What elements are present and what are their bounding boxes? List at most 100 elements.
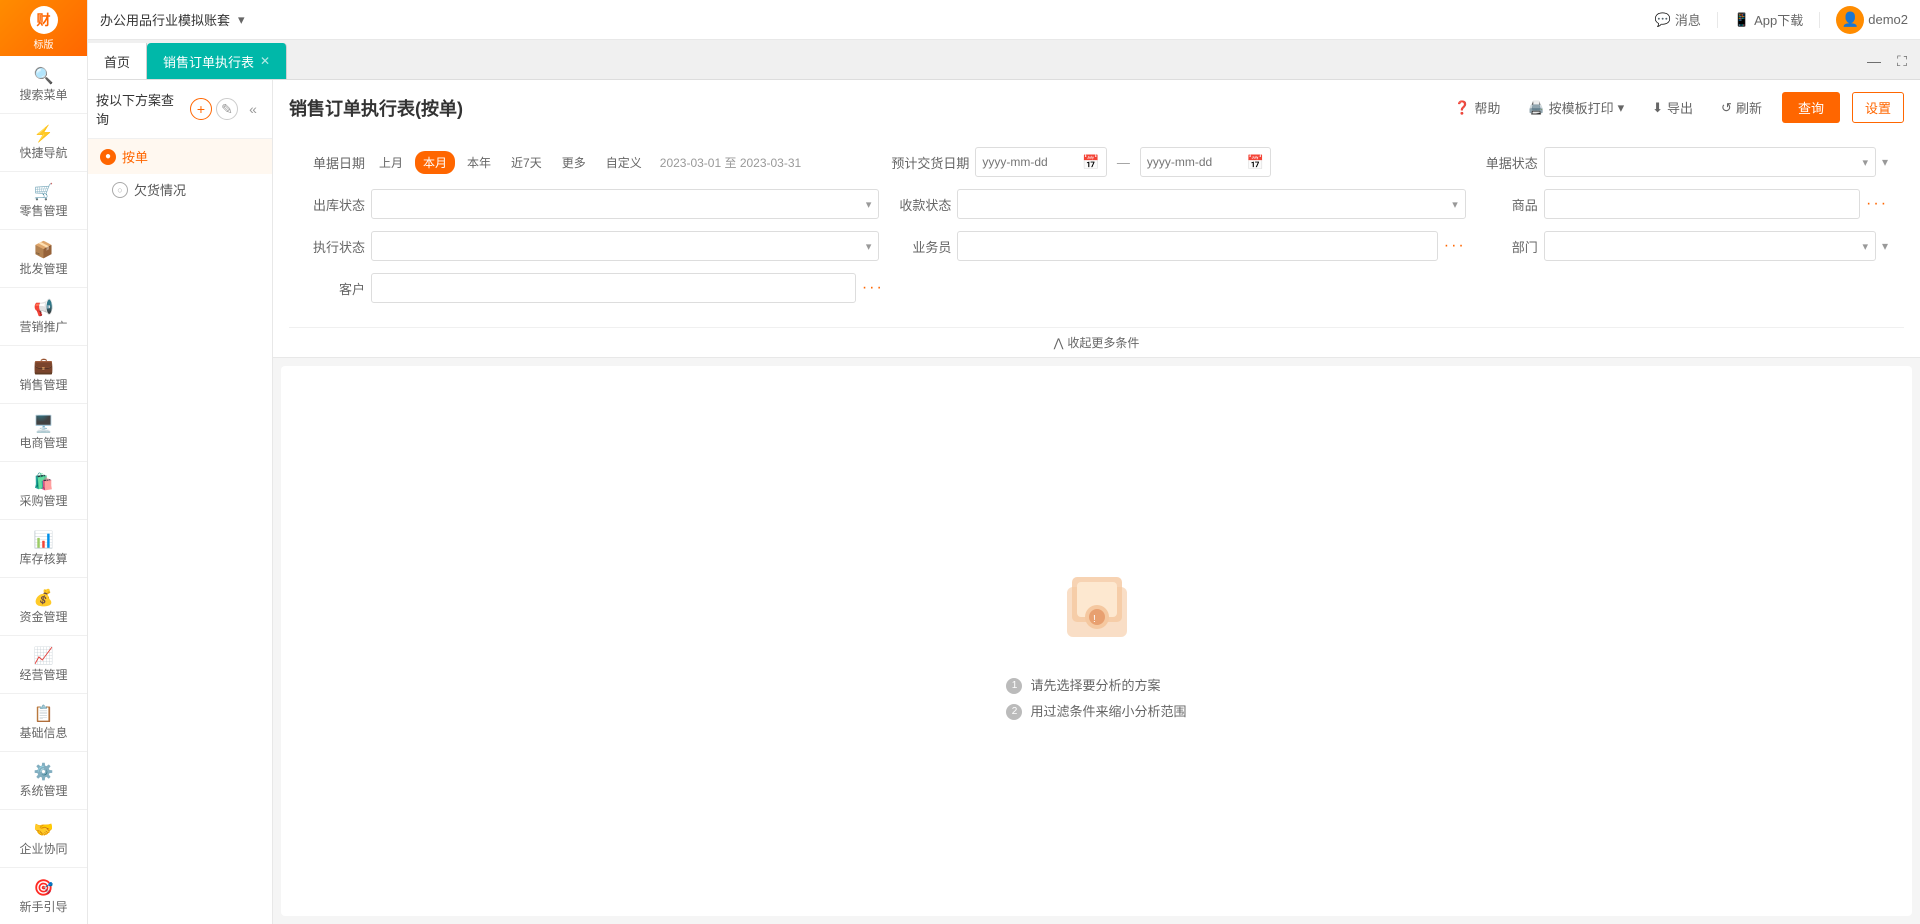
date-this-year-btn[interactable]: 本年 xyxy=(459,151,499,174)
topbar: 办公用品行业模拟账套 ▾ 💬 消息 📱 App下载 👤 demo2 xyxy=(88,0,1920,40)
sidebar-item-wholesale[interactable]: 📦 批发管理 xyxy=(0,230,87,288)
sidebar-item-basic[interactable]: 📋 基础信息 xyxy=(0,694,87,752)
settings-btn[interactable]: 设置 xyxy=(1852,92,1904,123)
refresh-btn[interactable]: ↺ 刷新 xyxy=(1713,94,1770,121)
expected-date-to-input[interactable] xyxy=(1141,151,1241,173)
expected-date-to-wrapper: 📅 xyxy=(1140,147,1271,177)
content-area: 按以下方案查询 + ✎ « ● 按单 ○ 欠货情况 销售订单执行表(按单) xyxy=(88,80,1920,924)
filter-col-expected-date: 预计交货日期 📅 — 📅 xyxy=(891,147,1465,177)
sidebar-item-marketing[interactable]: 📢 营销推广 xyxy=(0,288,87,346)
filter-row-2: 出库状态 收款状态 xyxy=(305,189,1888,219)
app-download-btn[interactable]: 📱 App下载 xyxy=(1734,10,1803,29)
empty-illustration: ! xyxy=(1047,557,1147,657)
tab-minimize-btn[interactable]: — xyxy=(1864,51,1884,71)
edit-plan-btn[interactable]: ✎ xyxy=(216,98,238,120)
tab-close-btn[interactable]: ✕ xyxy=(260,54,270,68)
execution-status-label: 执行状态 xyxy=(305,237,365,256)
expected-date-from-wrapper: 📅 xyxy=(975,147,1106,177)
sidebar-item-retail[interactable]: 🛒 零售管理 xyxy=(0,172,87,230)
filter-col-payment: 收款状态 xyxy=(891,189,1465,219)
expected-date-from-input[interactable] xyxy=(976,151,1076,173)
right-panel: 销售订单执行表(按单) ❓ 帮助 🖨️ 按模板打印 ▾ ⬇ xyxy=(273,80,1920,924)
order-status-select[interactable] xyxy=(1544,147,1876,177)
tip-number-2: 2 xyxy=(1006,704,1022,720)
left-panel-title: 按以下方案查询 xyxy=(96,90,186,128)
date-custom-btn[interactable]: 自定义 xyxy=(598,151,650,174)
app-logo: 财 标版 xyxy=(0,0,88,56)
customer-input[interactable] xyxy=(380,281,847,295)
help-btn[interactable]: ❓ 帮助 xyxy=(1446,94,1508,121)
filter-area: 单据日期 上月 本月 本年 近7天 更多 自定义 2023-03-01 至 20… xyxy=(289,135,1904,327)
sidebar: 财 标版 🔍 搜索菜单 ⚡ 快捷导航 🛒 零售管理 📦 批发管理 📢 营销推广 … xyxy=(0,0,88,924)
query-btn[interactable]: 查询 xyxy=(1782,92,1840,123)
download-icon: 📱 xyxy=(1734,12,1750,28)
date-last-month-btn[interactable]: 上月 xyxy=(371,151,411,174)
tab-home[interactable]: 首页 xyxy=(88,43,147,79)
delivery-status-label: 出库状态 xyxy=(305,195,365,214)
calendar-from-icon[interactable]: 📅 xyxy=(1076,154,1105,171)
message-btn[interactable]: 💬 消息 xyxy=(1655,10,1701,29)
order-status-label: 单据状态 xyxy=(1478,153,1538,172)
print-dropdown-icon: ▾ xyxy=(1618,100,1625,116)
empty-tips: 1 请先选择要分析的方案 2 用过滤条件来缩小分析范围 xyxy=(1006,673,1186,725)
goods-input-wrapper xyxy=(1544,189,1860,219)
date-label: 单据日期 xyxy=(305,153,365,172)
date-7days-btn[interactable]: 近7天 xyxy=(503,151,550,174)
print-icon: 🖨️ xyxy=(1528,100,1544,116)
plan-item-press[interactable]: ● 按单 xyxy=(88,139,272,174)
collapse-filters-btn[interactable]: ⋀ 收起更多条件 xyxy=(289,327,1904,357)
sidebar-item-newbie[interactable]: 🎯 新手引导 xyxy=(0,868,87,924)
department-select[interactable] xyxy=(1544,231,1876,261)
sidebar-item-finance[interactable]: 💰 资金管理 xyxy=(0,578,87,636)
tab-sales-order[interactable]: 销售订单执行表 ✕ xyxy=(147,43,287,79)
filter-row-4: 客户 ··· xyxy=(305,273,1888,303)
sidebar-item-sales[interactable]: 💼 销售管理 xyxy=(0,346,87,404)
tab-maximize-btn[interactable]: ⛶ xyxy=(1892,51,1912,71)
filter-col-salesperson: 业务员 ··· xyxy=(891,231,1465,261)
page-header-top: 销售订单执行表(按单) ❓ 帮助 🖨️ 按模板打印 ▾ ⬇ xyxy=(289,92,1904,123)
salesperson-input[interactable] xyxy=(966,239,1428,253)
collapse-up-icon: ⋀ xyxy=(1054,336,1064,350)
filter-col-goods: 商品 ··· xyxy=(1478,189,1888,219)
salesperson-input-wrapper xyxy=(957,231,1437,261)
filter-row-1: 单据日期 上月 本月 本年 近7天 更多 自定义 2023-03-01 至 20… xyxy=(305,147,1888,177)
tabbar-controls: — ⛶ xyxy=(1856,43,1920,79)
export-btn[interactable]: ⬇ 导出 xyxy=(1644,94,1701,121)
payment-status-label: 收款状态 xyxy=(891,195,951,214)
calendar-to-icon[interactable]: 📅 xyxy=(1241,154,1270,171)
help-icon: ❓ xyxy=(1454,100,1470,116)
sidebar-item-enterprise[interactable]: 🤝 企业协同 xyxy=(0,810,87,868)
execution-status-select[interactable] xyxy=(371,231,879,261)
main-area: 办公用品行业模拟账套 ▾ 💬 消息 📱 App下载 👤 demo2 xyxy=(88,0,1920,924)
sidebar-item-operation[interactable]: 📈 经营管理 xyxy=(0,636,87,694)
sidebar-item-inventory[interactable]: 📊 库存核算 xyxy=(0,520,87,578)
empty-tip-1: 1 请先选择要分析的方案 xyxy=(1006,673,1186,699)
customer-label: 客户 xyxy=(305,279,365,298)
goods-input[interactable] xyxy=(1553,197,1851,211)
sidebar-item-shortcut[interactable]: ⚡ 快捷导航 xyxy=(0,114,87,172)
date-this-month-btn[interactable]: 本月 xyxy=(415,151,455,174)
filter-col-customer: 客户 ··· xyxy=(305,273,884,303)
salesperson-more-btn[interactable]: ··· xyxy=(1444,237,1466,255)
account-dropdown-icon[interactable]: ▾ xyxy=(238,12,245,28)
date-range-text: 2023-03-01 至 2023-03-31 xyxy=(660,154,801,171)
delivery-status-select[interactable] xyxy=(371,189,879,219)
sidebar-item-ecommerce[interactable]: 🖥️ 电商管理 xyxy=(0,404,87,462)
user-avatar: 👤 xyxy=(1836,6,1864,34)
user-profile-btn[interactable]: 👤 demo2 xyxy=(1836,6,1908,34)
svg-text:!: ! xyxy=(1093,614,1096,625)
order-status-dropdown-icon: ▾ xyxy=(1882,155,1888,169)
goods-more-btn[interactable]: ··· xyxy=(1866,195,1888,213)
customer-more-btn[interactable]: ··· xyxy=(862,279,884,297)
export-icon: ⬇ xyxy=(1652,100,1663,116)
sidebar-item-purchase[interactable]: 🛍️ 采购管理 xyxy=(0,462,87,520)
collapse-left-panel-btn[interactable]: « xyxy=(242,98,264,120)
print-btn[interactable]: 🖨️ 按模板打印 ▾ xyxy=(1520,94,1632,121)
date-more-btn[interactable]: 更多 xyxy=(554,151,594,174)
plan-sub-item-stock[interactable]: ○ 欠货情况 xyxy=(88,174,272,205)
department-dropdown-icon: ▾ xyxy=(1882,239,1888,253)
sidebar-item-system[interactable]: ⚙️ 系统管理 xyxy=(0,752,87,810)
payment-status-select[interactable] xyxy=(957,189,1465,219)
add-plan-btn[interactable]: + xyxy=(190,98,212,120)
sidebar-item-search[interactable]: 🔍 搜索菜单 xyxy=(0,56,87,114)
